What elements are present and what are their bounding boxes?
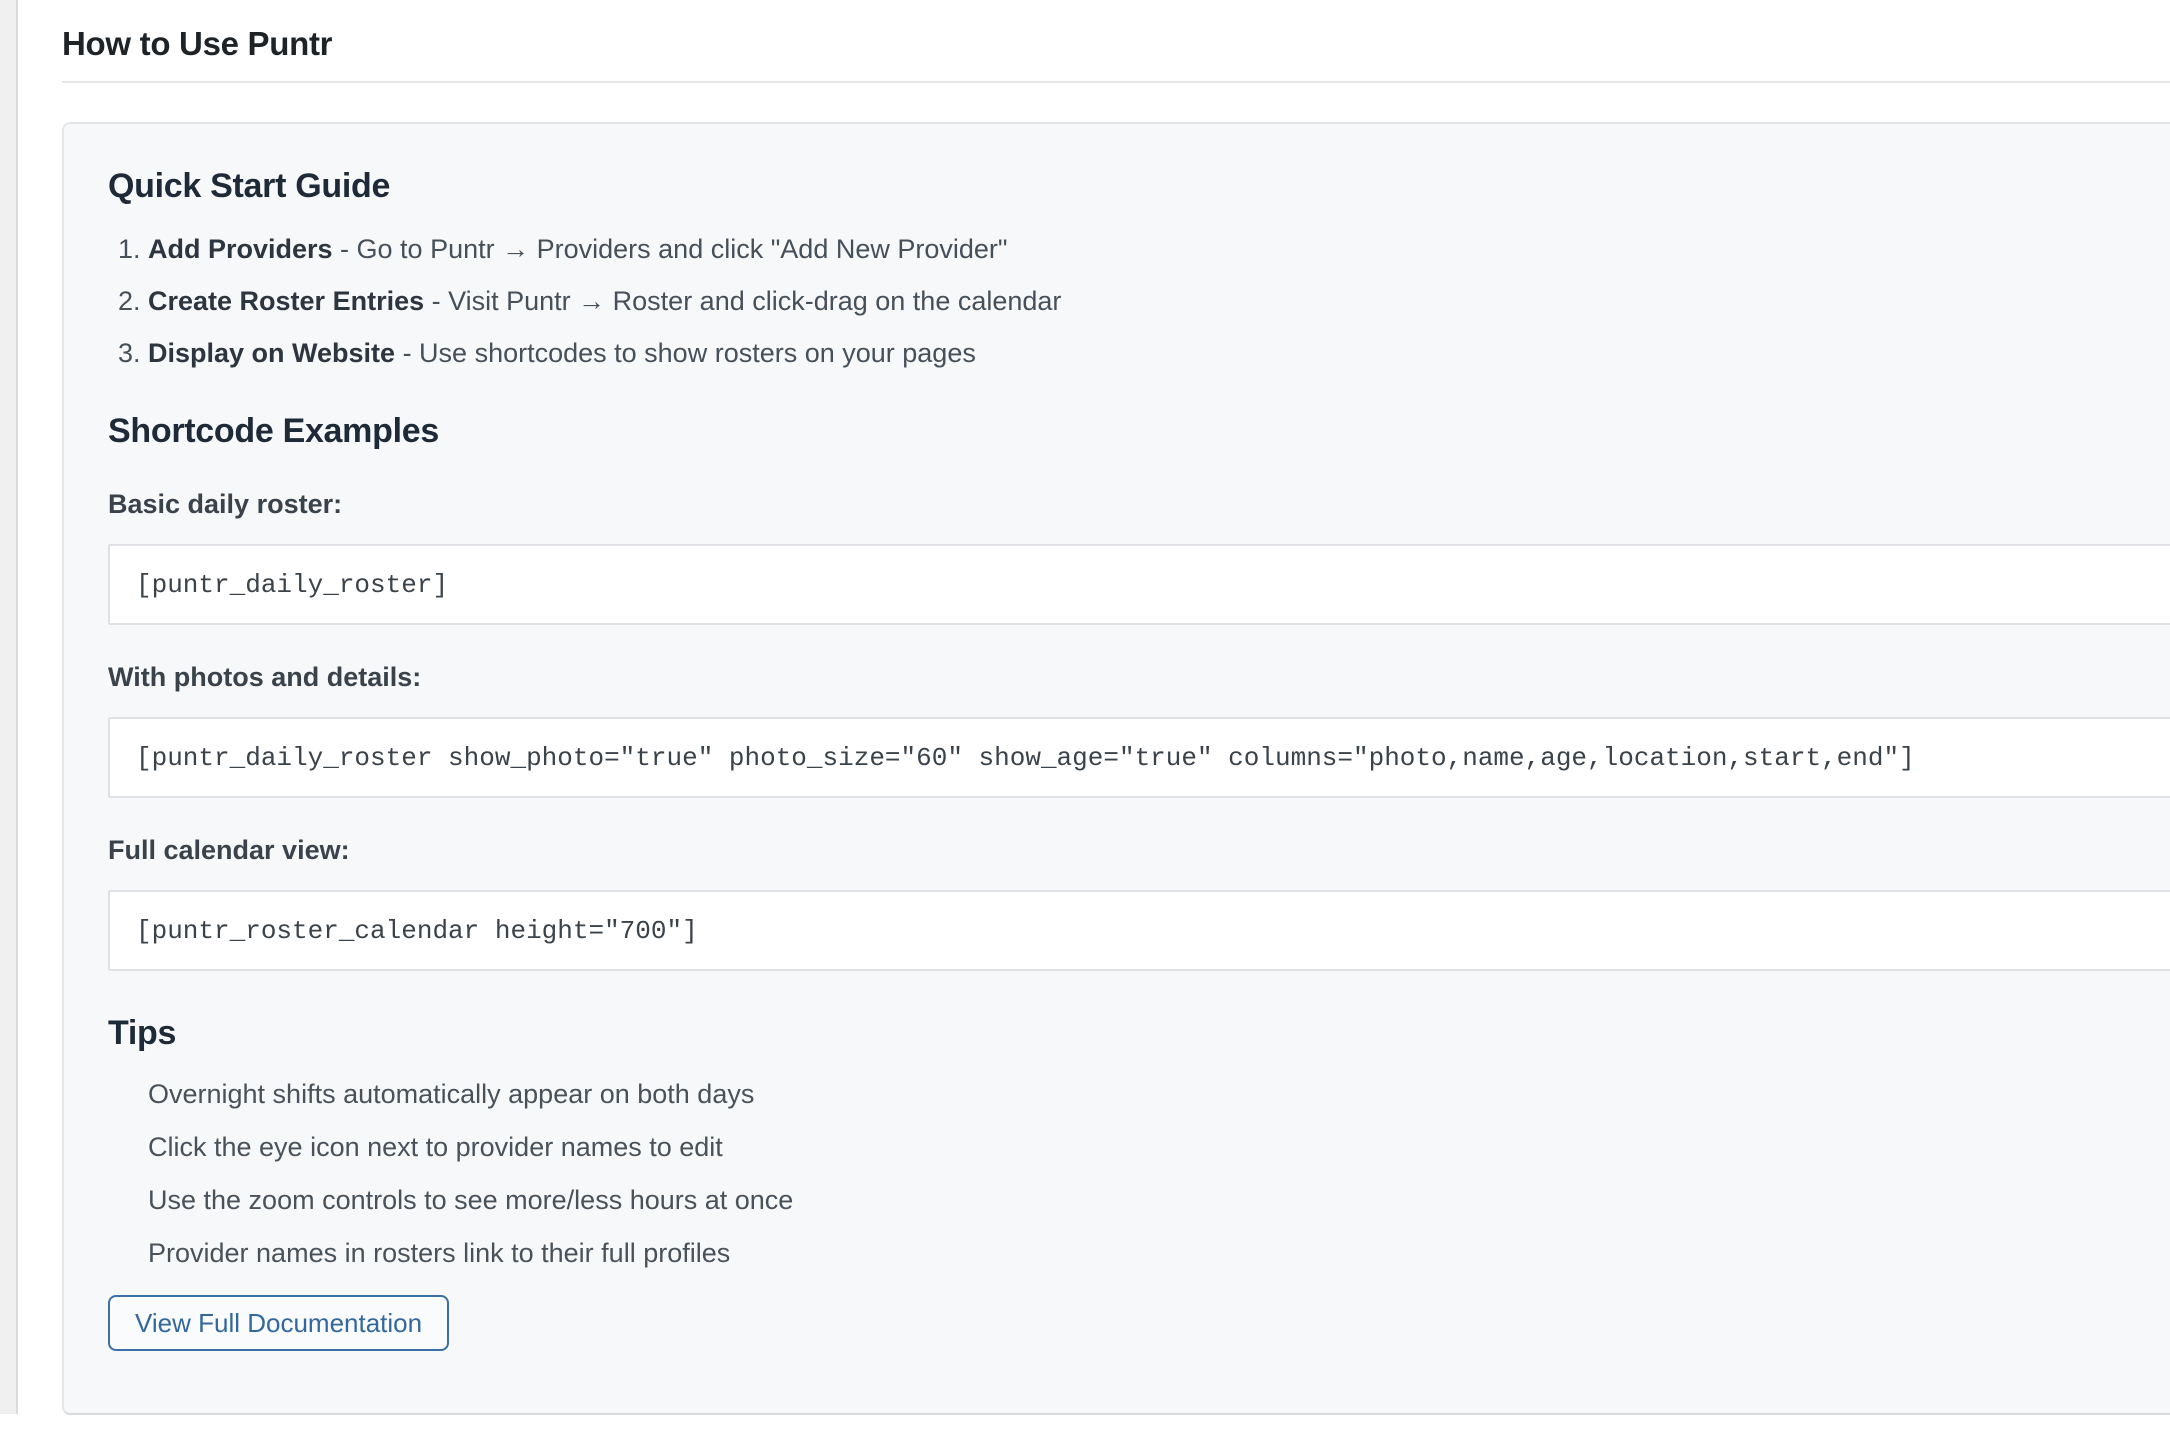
tip-item: Use the zoom controls to see more/less h…	[148, 1184, 2170, 1216]
tip-item: Click the eye icon next to provider name…	[148, 1131, 2170, 1163]
tip-item: Overnight shifts automatically appear on…	[148, 1078, 2170, 1110]
help-page: How to Use Puntr Quick Start Guide Add P…	[20, 0, 2170, 1434]
step-text: - Visit Puntr → Roster and click-drag on…	[424, 286, 1061, 316]
shortcode-with-photos: [puntr_daily_roster show_photo="true" ph…	[108, 717, 2170, 798]
tips-list: Overnight shifts automatically appear on…	[108, 1078, 2170, 1269]
shortcode-basic-daily-roster: [puntr_daily_roster]	[108, 544, 2170, 625]
shortcode-roster-calendar: [puntr_roster_calendar height="700"]	[108, 890, 2170, 971]
step-text: - Go to Puntr → Providers and click "Add…	[333, 234, 1008, 264]
title-divider	[62, 81, 2170, 83]
tips-heading: Tips	[108, 1013, 2170, 1054]
step-display-on-website: Display on Website - Use shortcodes to s…	[148, 337, 2170, 369]
page-title: How to Use Puntr	[62, 24, 2170, 64]
step-lead: Add Providers	[148, 234, 333, 264]
step-text: - Use shortcodes to show rosters on your…	[395, 338, 976, 368]
quick-start-card: Quick Start Guide Add Providers - Go to …	[62, 122, 2170, 1415]
step-create-roster-entries: Create Roster Entries - Visit Puntr → Ro…	[148, 285, 2170, 317]
shortcode-label-calendar: Full calendar view:	[108, 834, 2170, 866]
quick-start-heading: Quick Start Guide	[108, 166, 2170, 207]
shortcode-label-basic: Basic daily roster:	[108, 488, 2170, 520]
admin-sidebar-edge	[0, 0, 18, 1414]
shortcode-code: [puntr_daily_roster show_photo="true" ph…	[136, 743, 1915, 773]
shortcode-label-photos: With photos and details:	[108, 661, 2170, 693]
quick-start-steps: Add Providers - Go to Puntr → Providers …	[108, 233, 2170, 369]
shortcode-code: [puntr_roster_calendar height="700"]	[136, 916, 698, 946]
step-add-providers: Add Providers - Go to Puntr → Providers …	[148, 233, 2170, 265]
shortcode-code: [puntr_daily_roster]	[136, 570, 448, 600]
shortcode-examples-heading: Shortcode Examples	[108, 411, 2170, 452]
tip-item: Provider names in rosters link to their …	[148, 1237, 2170, 1269]
view-full-documentation-button[interactable]: View Full Documentation	[108, 1295, 449, 1351]
step-lead: Display on Website	[148, 338, 395, 368]
step-lead: Create Roster Entries	[148, 286, 424, 316]
